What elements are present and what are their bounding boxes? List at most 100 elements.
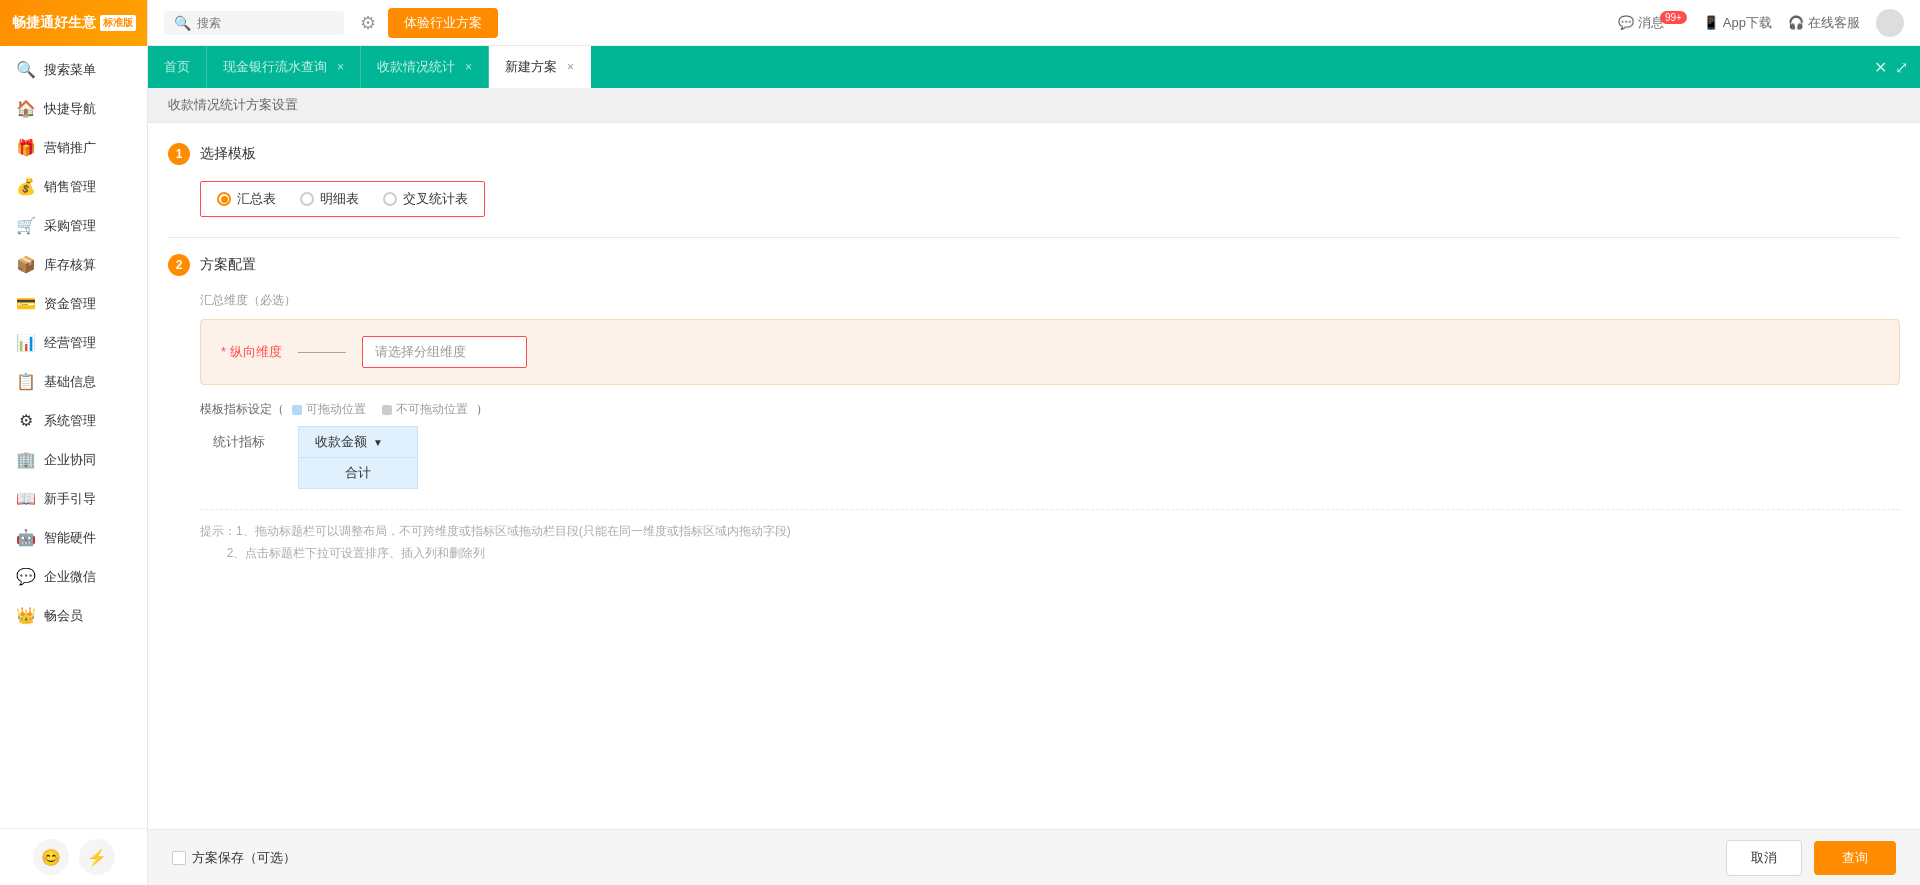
sidebar-item-label: 企业协同 bbox=[44, 451, 96, 469]
app-badge: 标准版 bbox=[100, 15, 136, 31]
sidebar-item-corp-wechat[interactable]: 💬 企业微信 bbox=[0, 557, 147, 596]
download-icon: 📱 bbox=[1703, 15, 1719, 30]
radio-circle-detail bbox=[300, 192, 314, 206]
tab-collection-stat[interactable]: 收款情况统计 × bbox=[361, 46, 489, 88]
clipboard-icon: 📋 bbox=[16, 372, 36, 391]
tab-new-scheme[interactable]: 新建方案 × bbox=[489, 46, 591, 88]
wechat-icon: 💬 bbox=[16, 567, 36, 586]
sidebar-item-basic-info[interactable]: 📋 基础信息 bbox=[0, 362, 147, 401]
legend-draggable: 可拖动位置 bbox=[292, 401, 366, 418]
dropdown-icon: ▼ bbox=[373, 437, 383, 448]
sidebar-item-label: 经营管理 bbox=[44, 334, 96, 352]
sidebar-item-purchase[interactable]: 🛒 采购管理 bbox=[0, 206, 147, 245]
window-close-icon[interactable]: ✕ bbox=[1874, 58, 1887, 77]
message-btn[interactable]: 💬 消息 99+ bbox=[1618, 14, 1687, 32]
radio-circle-cross bbox=[383, 192, 397, 206]
sidebar-item-label: 新手引导 bbox=[44, 490, 96, 508]
message-icon: 💬 bbox=[1618, 15, 1634, 30]
dimension-select-placeholder: 请选择分组维度 bbox=[375, 344, 466, 359]
save-option[interactable]: 方案保存（可选） bbox=[172, 849, 296, 867]
step2-section: 2 方案配置 汇总维度（必选） 纵向维度 ———— bbox=[168, 254, 1900, 574]
sidebar-footer: 😊 ⚡ bbox=[0, 828, 147, 885]
sidebar-item-inventory[interactable]: 📦 库存核算 bbox=[0, 245, 147, 284]
save-checkbox[interactable] bbox=[172, 851, 186, 865]
metrics-cell-total: 合计 bbox=[298, 458, 418, 489]
sidebar-item-label: 库存核算 bbox=[44, 256, 96, 274]
metrics-legend: 可拖动位置 不可拖动位置 bbox=[292, 401, 468, 418]
search-input[interactable] bbox=[197, 16, 317, 30]
sales-icon: 💰 bbox=[16, 177, 36, 196]
metrics-header-amount[interactable]: 收款金额 ▼ bbox=[298, 426, 418, 458]
sidebar-item-quick-nav[interactable]: 🏠 快捷导航 bbox=[0, 89, 147, 128]
search-box[interactable]: 🔍 bbox=[164, 11, 344, 35]
stats-label-col: 统计指标 bbox=[200, 426, 278, 489]
tab-bank-flow[interactable]: 现金银行流水查询 × bbox=[207, 46, 361, 88]
app-download-btn[interactable]: 📱 App下载 bbox=[1703, 14, 1772, 32]
gear-icon: ⚙ bbox=[16, 411, 36, 430]
tip2: 2、点击标题栏下拉可设置排序、插入列和删除列 bbox=[200, 542, 1900, 564]
content-area: 收款情况统计方案设置 1 选择模板 汇总表 bbox=[148, 88, 1920, 885]
tab-home-label: 首页 bbox=[164, 58, 190, 76]
tab-home[interactable]: 首页 bbox=[148, 46, 207, 88]
gift-icon: 🎁 bbox=[16, 138, 36, 157]
window-btns: ✕ ⤢ bbox=[1874, 58, 1920, 77]
tab-collection-stat-label: 收款情况统计 bbox=[377, 58, 455, 76]
sidebar-item-operation[interactable]: 📊 经营管理 bbox=[0, 323, 147, 362]
radio-label-cross: 交叉统计表 bbox=[403, 190, 468, 208]
step2-number: 2 bbox=[168, 254, 190, 276]
dimension-row: 纵向维度 ———— 请选择分组维度 bbox=[221, 336, 1879, 368]
card-icon: 💳 bbox=[16, 294, 36, 313]
sidebar-item-system[interactable]: ⚙ 系统管理 bbox=[0, 401, 147, 440]
cart-icon: 🛒 bbox=[16, 216, 36, 235]
tab-close-collection-stat[interactable]: × bbox=[465, 60, 472, 74]
step2-title: 方案配置 bbox=[200, 256, 256, 274]
app-logo: 畅捷通好生意 标准版 bbox=[0, 0, 147, 46]
sidebar-item-sales[interactable]: 💰 销售管理 bbox=[0, 167, 147, 206]
tips-section: 提示：1、拖动标题栏可以调整布局，不可跨维度或指标区域拖动栏目段(只能在同一维度… bbox=[200, 509, 1900, 574]
sidebar-item-search-menu[interactable]: 🔍 搜索菜单 bbox=[0, 50, 147, 89]
service-icon: 🎧 bbox=[1788, 15, 1804, 30]
sidebar-item-corp-collab[interactable]: 🏢 企业协同 bbox=[0, 440, 147, 479]
arrow-connector: ———— bbox=[298, 345, 346, 359]
sidebar-item-label: 畅会员 bbox=[44, 607, 83, 625]
tab-close-new-scheme[interactable]: × bbox=[567, 60, 574, 74]
step2-header: 2 方案配置 bbox=[168, 254, 1900, 276]
radio-circle-summary bbox=[217, 192, 231, 206]
book-icon: 📖 bbox=[16, 489, 36, 508]
sidebar-item-finance[interactable]: 💳 资金管理 bbox=[0, 284, 147, 323]
window-maximize-icon[interactable]: ⤢ bbox=[1895, 58, 1908, 77]
radio-summary[interactable]: 汇总表 bbox=[217, 190, 276, 208]
sidebar-item-label: 采购管理 bbox=[44, 217, 96, 235]
dimension-selector[interactable]: 请选择分组维度 bbox=[362, 336, 527, 368]
radio-cross[interactable]: 交叉统计表 bbox=[383, 190, 468, 208]
search-icon: 🔍 bbox=[174, 15, 191, 31]
app-download-label: App下载 bbox=[1723, 14, 1772, 32]
building-icon: 🏢 bbox=[16, 450, 36, 469]
tab-close-bank-flow[interactable]: × bbox=[337, 60, 344, 74]
query-button[interactable]: 查询 bbox=[1814, 841, 1896, 875]
sidebar-item-beginner[interactable]: 📖 新手引导 bbox=[0, 479, 147, 518]
topbar: 🔍 ⚙ 体验行业方案 💬 消息 99+ 📱 App下载 🎧 在线客服 bbox=[148, 0, 1920, 46]
trial-button[interactable]: 体验行业方案 bbox=[388, 8, 498, 38]
radio-label-detail: 明细表 bbox=[320, 190, 359, 208]
bottom-bar: 方案保存（可选） 取消 查询 bbox=[148, 829, 1920, 885]
user-avatar[interactable] bbox=[1876, 9, 1904, 37]
sidebar-item-label: 企业微信 bbox=[44, 568, 96, 586]
online-service-btn[interactable]: 🎧 在线客服 bbox=[1788, 14, 1860, 32]
settings-icon[interactable]: ⚙ bbox=[360, 12, 376, 34]
sidebar-item-label: 系统管理 bbox=[44, 412, 96, 430]
sidebar-item-smart-hw[interactable]: 🤖 智能硬件 bbox=[0, 518, 147, 557]
tab-bank-flow-label: 现金银行流水查询 bbox=[223, 58, 327, 76]
legend-non-draggable: 不可拖动位置 bbox=[382, 401, 468, 418]
cancel-button[interactable]: 取消 bbox=[1726, 840, 1802, 876]
robot-icon: 🤖 bbox=[16, 528, 36, 547]
sidebar-item-marketing[interactable]: 🎁 营销推广 bbox=[0, 128, 147, 167]
sidebar-footer-btn-2[interactable]: ⚡ bbox=[79, 839, 115, 875]
sidebar-item-member[interactable]: 👑 畅会员 bbox=[0, 596, 147, 635]
metrics-grid-container: 统计指标 收款金额 ▼ 合计 bbox=[200, 426, 1900, 489]
sidebar-footer-btn-1[interactable]: 😊 bbox=[33, 839, 69, 875]
radio-detail[interactable]: 明细表 bbox=[300, 190, 359, 208]
sidebar-item-label: 智能硬件 bbox=[44, 529, 96, 547]
message-badge: 99+ bbox=[1660, 11, 1687, 24]
stats-label-header: 统计指标 bbox=[200, 426, 278, 458]
